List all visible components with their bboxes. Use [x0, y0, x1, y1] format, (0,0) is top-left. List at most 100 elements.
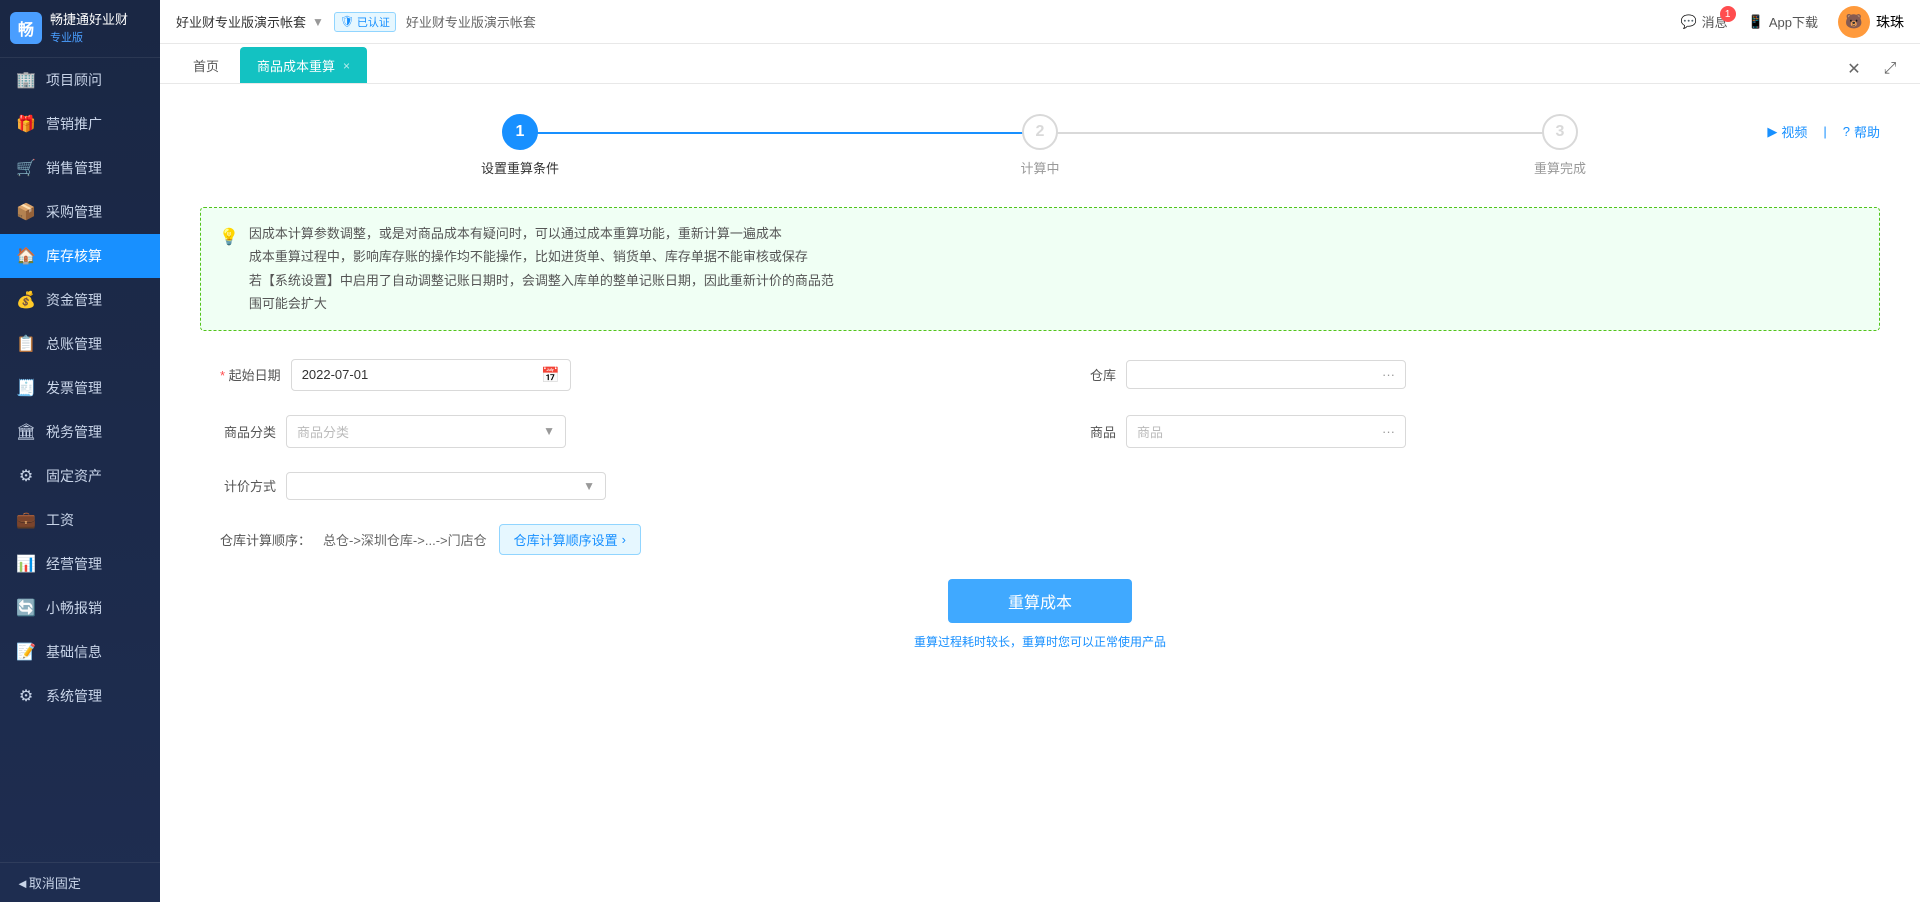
- warehouse-select-btn[interactable]: ···: [1126, 360, 1406, 389]
- warehouse-order-settings-button[interactable]: 仓库计算顺序设置 ›: [499, 524, 641, 555]
- step-3-label: 重算完成: [1534, 158, 1586, 177]
- page-content: 1 设置重算条件 2 计算中 3 重算完成: [160, 84, 1920, 902]
- step-1-label: 设置重算条件: [481, 158, 559, 177]
- video-icon: ▶: [1767, 124, 1777, 140]
- video-help-button[interactable]: ▶ 视频: [1767, 122, 1807, 141]
- notice-line-1: 因成本计算参数调整，或是对商品成本有疑问时，可以通过成本重算功能，重新计算一遍成…: [249, 222, 834, 245]
- mobile-icon: 📱: [1748, 14, 1764, 30]
- chevron-down-pricing-icon: ▼: [583, 479, 595, 493]
- sidebar-item-sales[interactable]: 🛒 销售管理: [0, 146, 160, 190]
- app-download-button[interactable]: 📱 App下载: [1748, 12, 1818, 31]
- sidebar-item-operation[interactable]: 📊 经营管理: [0, 542, 160, 586]
- notice-icon: 💡: [219, 224, 239, 316]
- tab-close-icon[interactable]: ×: [343, 59, 350, 73]
- help-button[interactable]: ? 帮助: [1843, 122, 1880, 141]
- product-label: 商品: [1060, 422, 1116, 441]
- product-select-btn[interactable]: 商品 ···: [1126, 415, 1406, 448]
- category-select[interactable]: 商品分类 ▼: [286, 415, 566, 448]
- sidebar-nav: 🏢 项目顾问 🎁 营销推广 🛒 销售管理 📦 采购管理 🏠 库存核算 💰 资金管…: [0, 58, 160, 862]
- help-icon: ?: [1843, 124, 1850, 139]
- sidebar-item-label: 系统管理: [46, 686, 102, 706]
- main-content: 好业财专业版演示帐套 ▼ 🛡 已认证 好业财专业版演示帐套 💬 消息 1 📱 A…: [160, 0, 1920, 902]
- form-row-2: 商品分类 商品分类 ▼ 商品 商品 ···: [220, 415, 1860, 448]
- sidebar-item-project[interactable]: 🏢 项目顾问: [0, 58, 160, 102]
- notice-text: 因成本计算参数调整，或是对商品成本有疑问时，可以通过成本重算功能，重新计算一遍成…: [249, 222, 834, 316]
- start-date-input-wrapper[interactable]: 📅: [291, 359, 571, 391]
- calendar-icon[interactable]: 📅: [541, 366, 560, 384]
- tax-icon: 🏛: [16, 422, 36, 442]
- topbar: 好业财专业版演示帐套 ▼ 🛡 已认证 好业财专业版演示帐套 💬 消息 1 📱 A…: [160, 0, 1920, 44]
- user-name: 珠珠: [1876, 12, 1904, 32]
- purchase-icon: 📦: [16, 202, 36, 222]
- step-2-label: 计算中: [1020, 158, 1059, 177]
- user-menu[interactable]: 🐻 珠珠: [1838, 6, 1904, 38]
- logo-icon: 畅: [10, 12, 42, 44]
- tab-bar: 首页 商品成本重算 × ✕ ⤢: [160, 44, 1920, 84]
- sidebar-item-label: 营销推广: [46, 114, 102, 134]
- product-placeholder: 商品: [1137, 422, 1382, 441]
- shield-icon: 🛡: [340, 15, 354, 28]
- marketing-icon: 🎁: [16, 114, 36, 134]
- sidebar-item-purchase[interactable]: 📦 采购管理: [0, 190, 160, 234]
- avatar: 🐻: [1838, 6, 1870, 38]
- warehouse-order-settings-label: 仓库计算顺序设置: [514, 530, 618, 549]
- message-badge: 1: [1720, 6, 1736, 22]
- logo-subtitle: 专业版: [50, 29, 128, 45]
- pricing-select[interactable]: ▼: [286, 472, 606, 500]
- sidebar-item-label: 销售管理: [46, 158, 102, 178]
- message-button[interactable]: 💬 消息 1: [1680, 12, 1727, 31]
- sidebar-item-finance[interactable]: 💰 资金管理: [0, 278, 160, 322]
- operation-icon: 📊: [16, 554, 36, 574]
- notice-line-4: 围可能会扩大: [249, 292, 834, 315]
- expense-icon: 🔄: [16, 598, 36, 618]
- sidebar-item-expense[interactable]: 🔄 小畅报销: [0, 586, 160, 630]
- sidebar-item-marketing[interactable]: 🎁 营销推广: [0, 102, 160, 146]
- assets-icon: ⚙: [16, 466, 36, 486]
- sidebar-item-label: 经营管理: [46, 554, 102, 574]
- sidebar-item-tax[interactable]: 🏛 税务管理: [0, 410, 160, 454]
- help-label: 帮助: [1854, 122, 1880, 141]
- category-label: 商品分类: [220, 422, 276, 441]
- account-select[interactable]: 好业财专业版演示帐套 ▼: [176, 12, 324, 31]
- recalc-hint: 重算过程耗时较长，重算时您可以正常使用产品: [914, 633, 1166, 650]
- product-field: 商品 商品 ···: [1060, 415, 1860, 448]
- step-3: 3 重算完成: [1300, 114, 1820, 177]
- sidebar-item-accounting[interactable]: 📋 总账管理: [0, 322, 160, 366]
- verified-label: 已认证: [357, 14, 390, 30]
- sidebar-item-assets[interactable]: ⚙ 固定资产: [0, 454, 160, 498]
- warehouse-order-row: 仓库计算顺序： 总仓->深圳仓库->...->门店仓 仓库计算顺序设置 ›: [220, 524, 1860, 555]
- sidebar-item-inventory[interactable]: 🏠 库存核算: [0, 234, 160, 278]
- tab-bar-actions: ✕ ⤢: [1840, 55, 1904, 83]
- start-date-input[interactable]: [302, 367, 533, 382]
- account-name: 好业财专业版演示帐套: [176, 12, 306, 31]
- logo-title: 畅捷通好业财: [50, 12, 128, 29]
- finance-icon: 💰: [16, 290, 36, 310]
- account-full-name: 好业财专业版演示帐套: [406, 12, 536, 31]
- sidebar-item-basic[interactable]: 📝 基础信息: [0, 630, 160, 674]
- warehouse-field: 仓库 ···: [1060, 360, 1860, 389]
- system-icon: ⚙: [16, 686, 36, 706]
- sidebar-item-system[interactable]: ⚙ 系统管理: [0, 674, 160, 718]
- sidebar-item-label: 库存核算: [46, 246, 102, 266]
- tab-close-window-button[interactable]: ✕: [1840, 55, 1868, 83]
- form-row-1: 起始日期 📅 仓库 ···: [220, 359, 1860, 391]
- tab-recalc[interactable]: 商品成本重算 ×: [240, 47, 367, 83]
- sidebar-item-label: 采购管理: [46, 202, 102, 222]
- sidebar: 畅 畅捷通好业财 专业版 🏢 项目顾问 🎁 营销推广 🛒 销售管理 📦 采购管理…: [0, 0, 160, 902]
- sidebar-item-label: 固定资产: [46, 466, 102, 486]
- tab-maximize-button[interactable]: ⤢: [1876, 55, 1904, 83]
- form-row-3: 计价方式 ▼: [220, 472, 1860, 500]
- sidebar-item-label: 基础信息: [46, 642, 102, 662]
- sidebar-item-salary[interactable]: 💼 工资: [0, 498, 160, 542]
- recalc-button[interactable]: 重算成本: [948, 579, 1132, 623]
- basic-icon: 📝: [16, 642, 36, 662]
- unpin-button[interactable]: ◄取消固定: [0, 862, 160, 902]
- tab-home[interactable]: 首页: [176, 47, 236, 83]
- page-inner: 1 设置重算条件 2 计算中 3 重算完成: [160, 84, 1920, 902]
- inventory-icon: 🏠: [16, 246, 36, 266]
- product-dotdot-icon: ···: [1382, 424, 1395, 439]
- recalc-btn-label: 重算成本: [1008, 595, 1072, 612]
- topbar-right: 💬 消息 1 📱 App下载 🐻 珠珠: [1680, 6, 1904, 38]
- video-label: 视频: [1781, 122, 1807, 141]
- sidebar-item-invoice[interactable]: 🧾 发票管理: [0, 366, 160, 410]
